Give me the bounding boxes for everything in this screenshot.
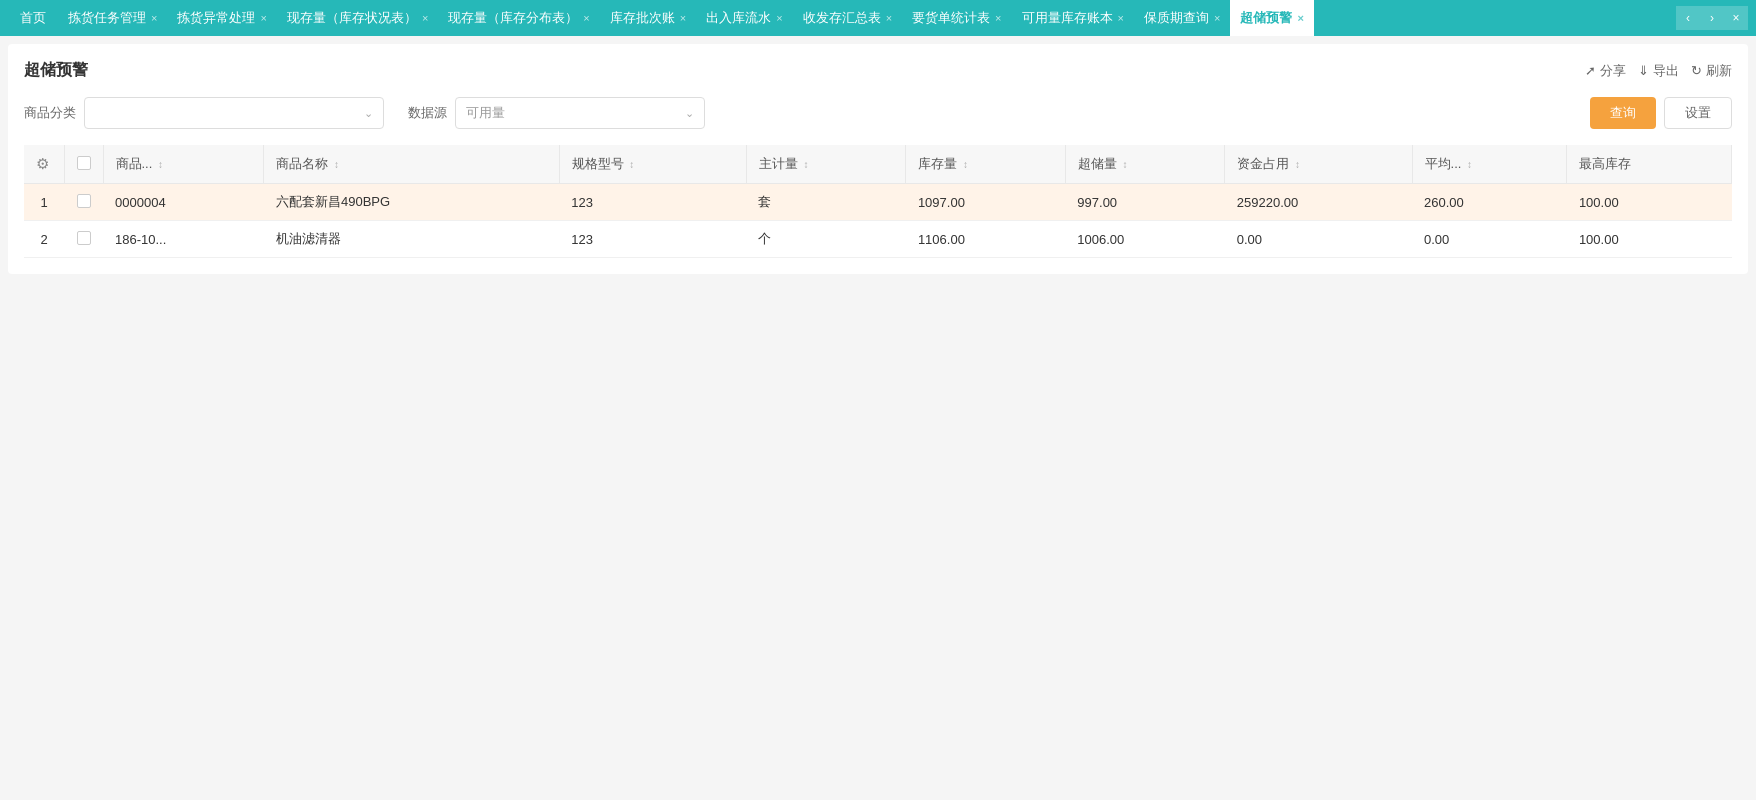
col-product-code: 商品... ↕: [103, 145, 264, 184]
product-stock: 1097.00: [906, 184, 1065, 221]
filter-data-source: 数据源 可用量 ⌄: [408, 97, 705, 129]
data-table: ⚙ 商品... ↕ 商品名称 ↕ 规格型号 ↕ 主计量: [24, 145, 1732, 258]
product-spec: 123: [559, 221, 746, 258]
export-icon: ⇓: [1638, 63, 1649, 78]
row-number: 2: [24, 221, 64, 258]
product-unit: 个: [746, 221, 905, 258]
nav-bar: 首页 拣货任务管理 × 拣货异常处理 × 现存量（库存状况表） × 现存量（库存…: [0, 0, 1756, 36]
col-max-stock: 最高库存: [1567, 145, 1732, 184]
data-source-select[interactable]: 可用量 ⌄: [455, 97, 705, 129]
product-code: 0000004: [103, 184, 264, 221]
close-icon[interactable]: ×: [1297, 12, 1303, 24]
row-checkbox[interactable]: [77, 231, 91, 245]
close-icon[interactable]: ×: [886, 12, 892, 24]
chevron-down-icon: ⌄: [685, 107, 694, 120]
close-icon[interactable]: ×: [1118, 12, 1124, 24]
nav-tab-8[interactable]: 可用量库存账本 ×: [1012, 0, 1134, 36]
close-icon[interactable]: ×: [776, 12, 782, 24]
sort-icon[interactable]: ↕: [1122, 159, 1127, 170]
nav-tab-0[interactable]: 拣货任务管理 ×: [58, 0, 167, 36]
page-content: 超储预警 ➚ 分享 ⇓ 导出 ↻ 刷新 商品分类 ⌄ 数据源: [8, 44, 1748, 274]
close-icon[interactable]: ×: [1214, 12, 1220, 24]
product-avg: 260.00: [1412, 184, 1567, 221]
query-button[interactable]: 查询: [1590, 97, 1656, 129]
nav-tab-2[interactable]: 现存量（库存状况表） ×: [277, 0, 438, 36]
product-avg: 0.00: [1412, 221, 1567, 258]
product-category-label: 商品分类: [24, 104, 76, 122]
nav-tab-1[interactable]: 拣货异常处理 ×: [167, 0, 276, 36]
sort-icon[interactable]: ↕: [158, 159, 163, 170]
product-unit: 套: [746, 184, 905, 221]
nav-tab-4[interactable]: 库存批次账 ×: [600, 0, 696, 36]
col-spec: 规格型号 ↕: [559, 145, 746, 184]
nav-tab-9[interactable]: 保质期查询 ×: [1134, 0, 1230, 36]
close-icon[interactable]: ×: [680, 12, 686, 24]
nav-next-button[interactable]: ›: [1700, 6, 1724, 30]
filter-row: 商品分类 ⌄ 数据源 可用量 ⌄ 查询 设置: [24, 97, 1732, 129]
close-icon[interactable]: ×: [583, 12, 589, 24]
select-all-checkbox[interactable]: [77, 156, 91, 170]
product-max-stock: 100.00: [1567, 184, 1732, 221]
gear-icon[interactable]: ⚙: [36, 155, 49, 172]
refresh-icon: ↻: [1691, 63, 1702, 78]
page-title: 超储预警: [24, 60, 88, 81]
product-category-select[interactable]: ⌄: [84, 97, 384, 129]
chevron-down-icon: ⌄: [364, 107, 373, 120]
nav-tab-6[interactable]: 收发存汇总表 ×: [793, 0, 902, 36]
nav-tab-3[interactable]: 现存量（库存分布表） ×: [438, 0, 599, 36]
table-row[interactable]: 2 186-10... 机油滤清器 123 个 1106.00 1006.00 …: [24, 221, 1732, 258]
col-product-name: 商品名称 ↕: [264, 145, 559, 184]
nav-tab-5[interactable]: 出入库流水 ×: [696, 0, 792, 36]
nav-home[interactable]: 首页: [8, 9, 58, 27]
close-icon[interactable]: ×: [151, 12, 157, 24]
close-icon[interactable]: ×: [260, 12, 266, 24]
nav-tab-7[interactable]: 要货单统计表 ×: [902, 0, 1011, 36]
header-actions: ➚ 分享 ⇓ 导出 ↻ 刷新: [1585, 62, 1732, 80]
sort-icon[interactable]: ↕: [629, 159, 634, 170]
product-name: 六配套新昌490BPG: [264, 184, 559, 221]
sort-icon[interactable]: ↕: [334, 159, 339, 170]
row-checkbox[interactable]: [77, 194, 91, 208]
product-code: 186-10...: [103, 221, 264, 258]
settings-button[interactable]: 设置: [1664, 97, 1732, 129]
export-button[interactable]: ⇓ 导出: [1638, 62, 1679, 80]
share-icon: ➚: [1585, 63, 1596, 78]
sort-icon[interactable]: ↕: [804, 159, 809, 170]
refresh-button[interactable]: ↻ 刷新: [1691, 62, 1732, 80]
col-gear: ⚙: [24, 145, 64, 184]
product-capital: 259220.00: [1225, 184, 1412, 221]
product-overstock: 1006.00: [1065, 221, 1224, 258]
row-number: 1: [24, 184, 64, 221]
product-stock: 1106.00: [906, 221, 1065, 258]
col-avg: 平均... ↕: [1412, 145, 1567, 184]
col-checkbox: [64, 145, 103, 184]
col-overstock: 超储量 ↕: [1065, 145, 1224, 184]
nav-prev-button[interactable]: ‹: [1676, 6, 1700, 30]
product-name: 机油滤清器: [264, 221, 559, 258]
row-checkbox-cell: [64, 184, 103, 221]
nav-tab-10[interactable]: 超储预警 ×: [1230, 0, 1313, 36]
data-source-label: 数据源: [408, 104, 447, 122]
nav-more-button[interactable]: ×: [1724, 6, 1748, 30]
col-stock: 库存量 ↕: [906, 145, 1065, 184]
product-capital: 0.00: [1225, 221, 1412, 258]
product-max-stock: 100.00: [1567, 221, 1732, 258]
col-capital: 资金占用 ↕: [1225, 145, 1412, 184]
row-checkbox-cell: [64, 221, 103, 258]
close-icon[interactable]: ×: [422, 12, 428, 24]
sort-icon[interactable]: ↕: [1295, 159, 1300, 170]
sort-icon[interactable]: ↕: [1467, 159, 1472, 170]
col-unit: 主计量 ↕: [746, 145, 905, 184]
nav-arrow-group: ‹ › ×: [1676, 6, 1748, 30]
table-row[interactable]: 1 0000004 六配套新昌490BPG 123 套 1097.00 997.…: [24, 184, 1732, 221]
action-buttons: 查询 设置: [1590, 97, 1732, 129]
sort-icon[interactable]: ↕: [963, 159, 968, 170]
filter-product-category: 商品分类 ⌄: [24, 97, 384, 129]
page-header: 超储预警 ➚ 分享 ⇓ 导出 ↻ 刷新: [24, 60, 1732, 81]
close-icon[interactable]: ×: [995, 12, 1001, 24]
product-overstock: 997.00: [1065, 184, 1224, 221]
share-button[interactable]: ➚ 分享: [1585, 62, 1626, 80]
product-spec: 123: [559, 184, 746, 221]
